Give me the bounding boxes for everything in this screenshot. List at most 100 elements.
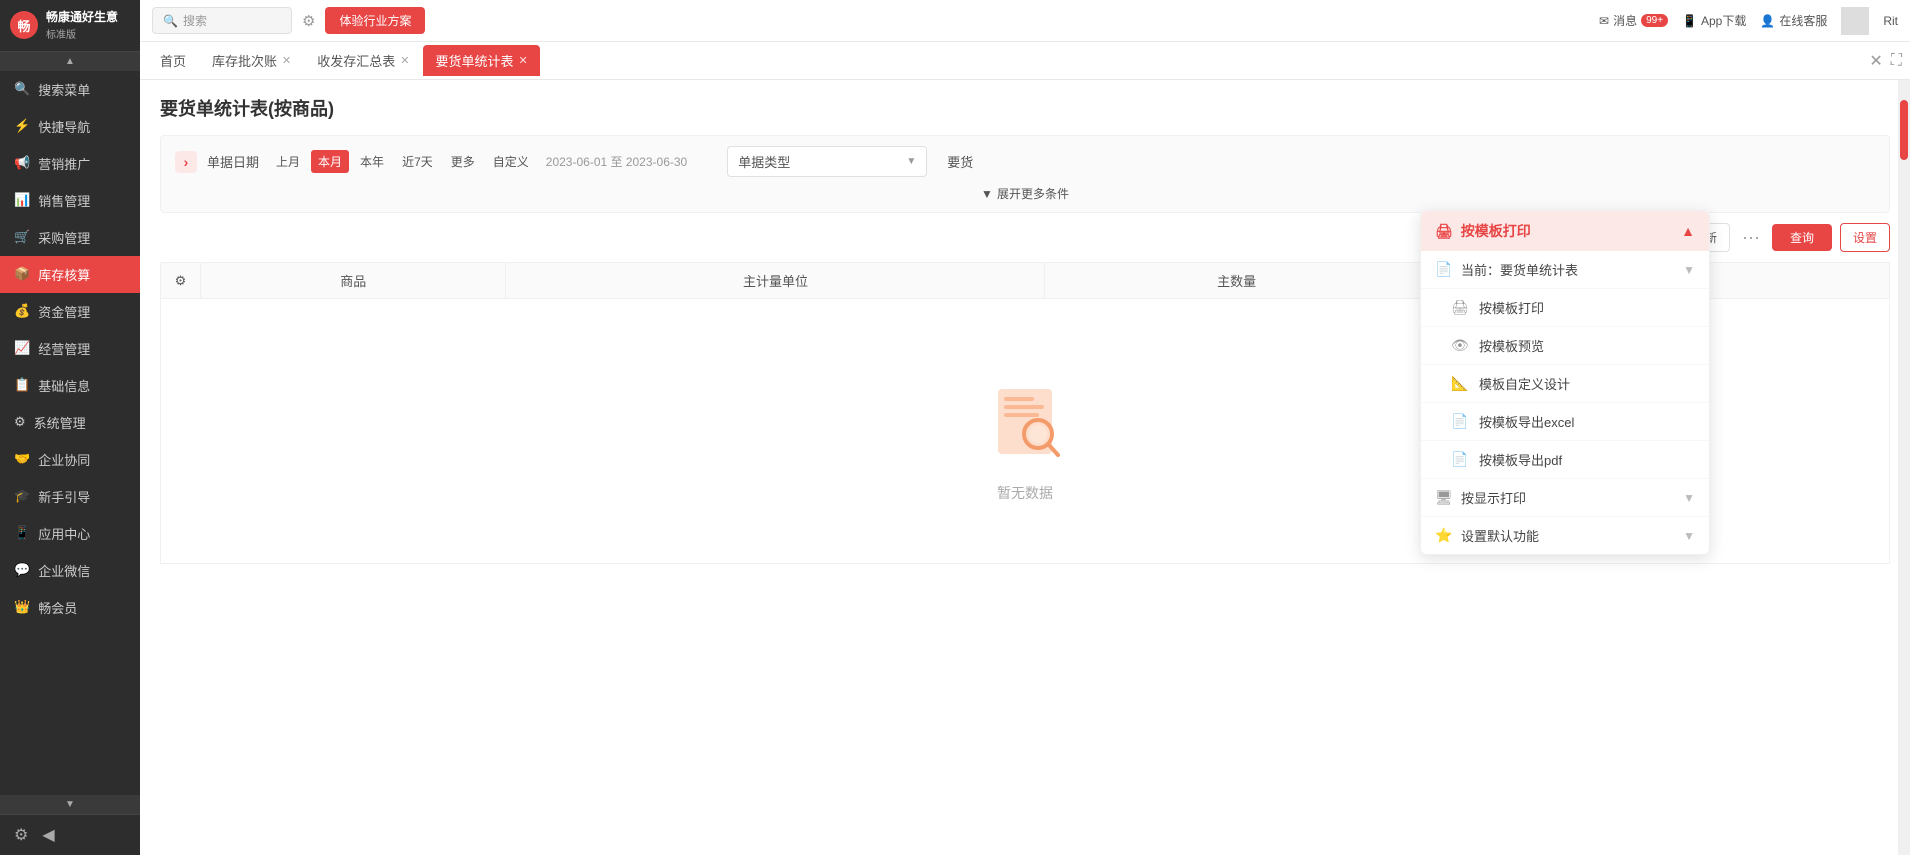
- messages-label: 消息: [1613, 12, 1637, 29]
- export-excel-icon: 📄: [1451, 413, 1469, 430]
- right-scrollbar[interactable]: [1898, 80, 1910, 855]
- last-7-days-btn[interactable]: 近7天: [395, 150, 440, 173]
- sidebar-item-system[interactable]: ⚙ 系统管理: [0, 404, 140, 441]
- sidebar-item-label-basic: 基础信息: [38, 376, 90, 395]
- template-print-icon: 🖨: [1451, 299, 1469, 316]
- order-goods-label: 要货: [947, 152, 973, 171]
- tab-home-label: 首页: [160, 51, 186, 70]
- sidebar-item-label-guide: 新手引导: [38, 487, 90, 506]
- template-design-item[interactable]: 📐 模板自定义设计: [1421, 365, 1709, 403]
- date-btns: 上月 本月 本年 近7天 更多 自定义: [269, 150, 536, 173]
- filter-expand-icon-btn[interactable]: ›: [175, 151, 197, 173]
- tab-batch-account-close[interactable]: ✕: [282, 54, 291, 67]
- template-print-item[interactable]: 🖨 按模板打印: [1421, 289, 1709, 327]
- export-pdf-item[interactable]: 📄 按模板导出pdf: [1421, 441, 1709, 479]
- sidebar-item-operations[interactable]: 📈 经营管理: [0, 330, 140, 367]
- sidebar-item-purchase[interactable]: 🛒 采购管理: [0, 219, 140, 256]
- table-quantity-th: 主数量: [1045, 263, 1428, 299]
- expand-more-btn[interactable]: ▼ 展开更多条件: [981, 185, 1069, 202]
- current-month-btn[interactable]: 本月: [311, 150, 349, 173]
- sidebar-item-label-wechat: 企业微信: [38, 561, 90, 580]
- topbar-gear-btn[interactable]: ⚙: [302, 12, 315, 30]
- export-excel-item[interactable]: 📄 按模板导出excel: [1421, 403, 1709, 441]
- trial-btn[interactable]: 体验行业方案: [325, 7, 425, 34]
- order-type-dropdown[interactable]: 单据类型 ▼: [727, 146, 927, 177]
- scroll-down-btn[interactable]: ▼: [0, 795, 140, 814]
- empty-text: 暂无数据: [997, 483, 1053, 503]
- display-print-item[interactable]: 🖥 按显示打印 ▼: [1421, 479, 1709, 517]
- set-default-arrow: ▼: [1683, 529, 1695, 543]
- window-minimize-btn[interactable]: ✕: [1869, 51, 1882, 71]
- sidebar-item-finance[interactable]: 💰 资金管理: [0, 293, 140, 330]
- more-date-btn[interactable]: 更多: [444, 150, 482, 173]
- prev-month-btn[interactable]: 上月: [269, 150, 307, 173]
- inventory-icon: 📦: [14, 266, 30, 282]
- topbar-search-icon: 🔍: [163, 14, 178, 28]
- sidebar-item-marketing[interactable]: 📢 营销推广: [0, 145, 140, 182]
- current-template-item[interactable]: 📄 当前：要货单统计表 ▼: [1421, 251, 1709, 289]
- sidebar-item-label-inventory: 库存核算: [38, 265, 90, 284]
- tab-collection-summary[interactable]: 收发存汇总表 ✕: [305, 45, 421, 76]
- tab-home[interactable]: 首页: [148, 45, 198, 76]
- messages-badge: 99+: [1641, 14, 1668, 27]
- more-actions-btn[interactable]: ···: [1738, 227, 1764, 248]
- collab-icon: 🤝: [14, 451, 30, 467]
- current-template-icon: 📄: [1435, 261, 1453, 278]
- current-template-arrow: ▼: [1683, 263, 1695, 277]
- app-title: 畅康通好生意: [46, 10, 118, 26]
- settings-action-btn[interactable]: 设置: [1840, 223, 1890, 252]
- custom-date-btn[interactable]: 自定义: [486, 150, 536, 173]
- settings-icon-btn[interactable]: ⚙: [14, 825, 28, 845]
- display-print-label: 按显示打印: [1461, 488, 1526, 507]
- template-design-icon: 📐: [1451, 375, 1469, 392]
- set-default-item[interactable]: ⭐ 设置默认功能 ▼: [1421, 517, 1709, 554]
- page-title: 要货单统计表(按商品): [160, 95, 1890, 121]
- message-icon: ✉: [1599, 14, 1609, 28]
- sidebar-item-sales[interactable]: 📊 销售管理: [0, 182, 140, 219]
- current-year-btn[interactable]: 本年: [353, 150, 391, 173]
- window-maximize-btn[interactable]: ⛶: [1891, 51, 1902, 71]
- sidebar-item-basic[interactable]: 📋 基础信息: [0, 367, 140, 404]
- export-excel-label: 按模板导出excel: [1479, 412, 1574, 431]
- sidebar-item-search[interactable]: 🔍 搜索菜单: [0, 71, 140, 108]
- app-download-btn[interactable]: 📱 App下载: [1682, 12, 1746, 29]
- topbar-search[interactable]: 🔍 搜索: [152, 7, 292, 34]
- table-settings-th[interactable]: ⚙: [161, 263, 201, 299]
- tab-collection-close[interactable]: ✕: [400, 54, 409, 67]
- filter-row: › 单据日期 上月 本月 本年 近7天 更多 自定义 2023-06-01 至 …: [175, 146, 1875, 177]
- marketing-icon: 📢: [14, 155, 30, 171]
- sidebar-item-wechat[interactable]: 💬 企业微信: [0, 552, 140, 589]
- operations-icon: 📈: [14, 340, 30, 356]
- sidebar-item-member[interactable]: 👑 畅会员: [0, 589, 140, 626]
- tab-batch-account[interactable]: 库存批次账 ✕: [200, 45, 303, 76]
- scrollbar-thumb[interactable]: [1900, 100, 1908, 160]
- sidebar-item-label-system: 系统管理: [34, 413, 86, 432]
- messages-btn[interactable]: ✉ 消息 99+: [1599, 12, 1668, 29]
- scroll-up-btn[interactable]: ▲: [0, 52, 140, 71]
- template-preview-icon: 👁: [1451, 337, 1469, 354]
- tabbar: 首页 库存批次账 ✕ 收发存汇总表 ✕ 要货单统计表 ✕ ✕ ⛶: [140, 42, 1910, 80]
- print-dropdown-header: 🖨 按模板打印 ▲: [1421, 211, 1709, 251]
- query-btn[interactable]: 查询: [1772, 224, 1832, 251]
- template-preview-item[interactable]: 👁 按模板预览: [1421, 327, 1709, 365]
- finance-icon: 💰: [14, 303, 30, 319]
- app-download-label: App下载: [1701, 12, 1746, 29]
- sidebar-item-label-ops: 经营管理: [38, 339, 90, 358]
- sidebar-item-label-quick: 快捷导航: [38, 117, 90, 136]
- tab-order-stats[interactable]: 要货单统计表 ✕: [423, 45, 539, 76]
- user-name[interactable]: Rit: [1883, 14, 1898, 28]
- sidebar-item-quick-nav[interactable]: ⚡ 快捷导航: [0, 108, 140, 145]
- print-dropdown-collapse-icon[interactable]: ▲: [1681, 223, 1695, 239]
- online-service-btn[interactable]: 👤 在线客服: [1760, 12, 1827, 29]
- sidebar-item-inventory[interactable]: 📦 库存核算: [0, 256, 140, 293]
- tab-order-stats-close[interactable]: ✕: [519, 54, 528, 67]
- sidebar-item-guide[interactable]: 🎓 新手引导: [0, 478, 140, 515]
- avatar[interactable]: [1841, 7, 1869, 35]
- sidebar-item-app[interactable]: 📱 应用中心: [0, 515, 140, 552]
- guide-icon: 🎓: [14, 488, 30, 504]
- system-icon: ⚙: [14, 414, 26, 430]
- collapse-btn[interactable]: ◀: [42, 825, 54, 845]
- sidebar-item-collab[interactable]: 🤝 企业协同: [0, 441, 140, 478]
- sidebar-item-label-app: 应用中心: [38, 524, 90, 543]
- content-area: 要货单统计表(按商品) › 单据日期 上月 本月 本年 近7天 更多 自定义: [140, 80, 1910, 855]
